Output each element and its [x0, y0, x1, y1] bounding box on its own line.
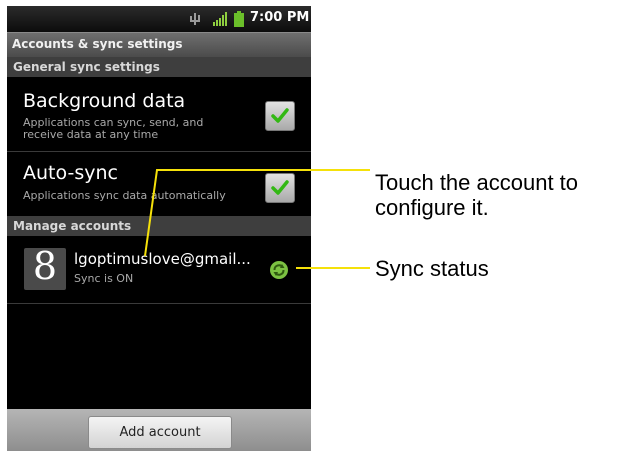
account-callout-line-1: Touch the account to	[375, 170, 579, 195]
account-callout-line	[144, 169, 370, 257]
callout-lines	[144, 169, 370, 269]
sync-status-callout: Sync status	[375, 256, 489, 281]
account-callout-line-2: configure it.	[375, 195, 489, 220]
account-callout: Touch the account to configure it.	[375, 170, 578, 220]
